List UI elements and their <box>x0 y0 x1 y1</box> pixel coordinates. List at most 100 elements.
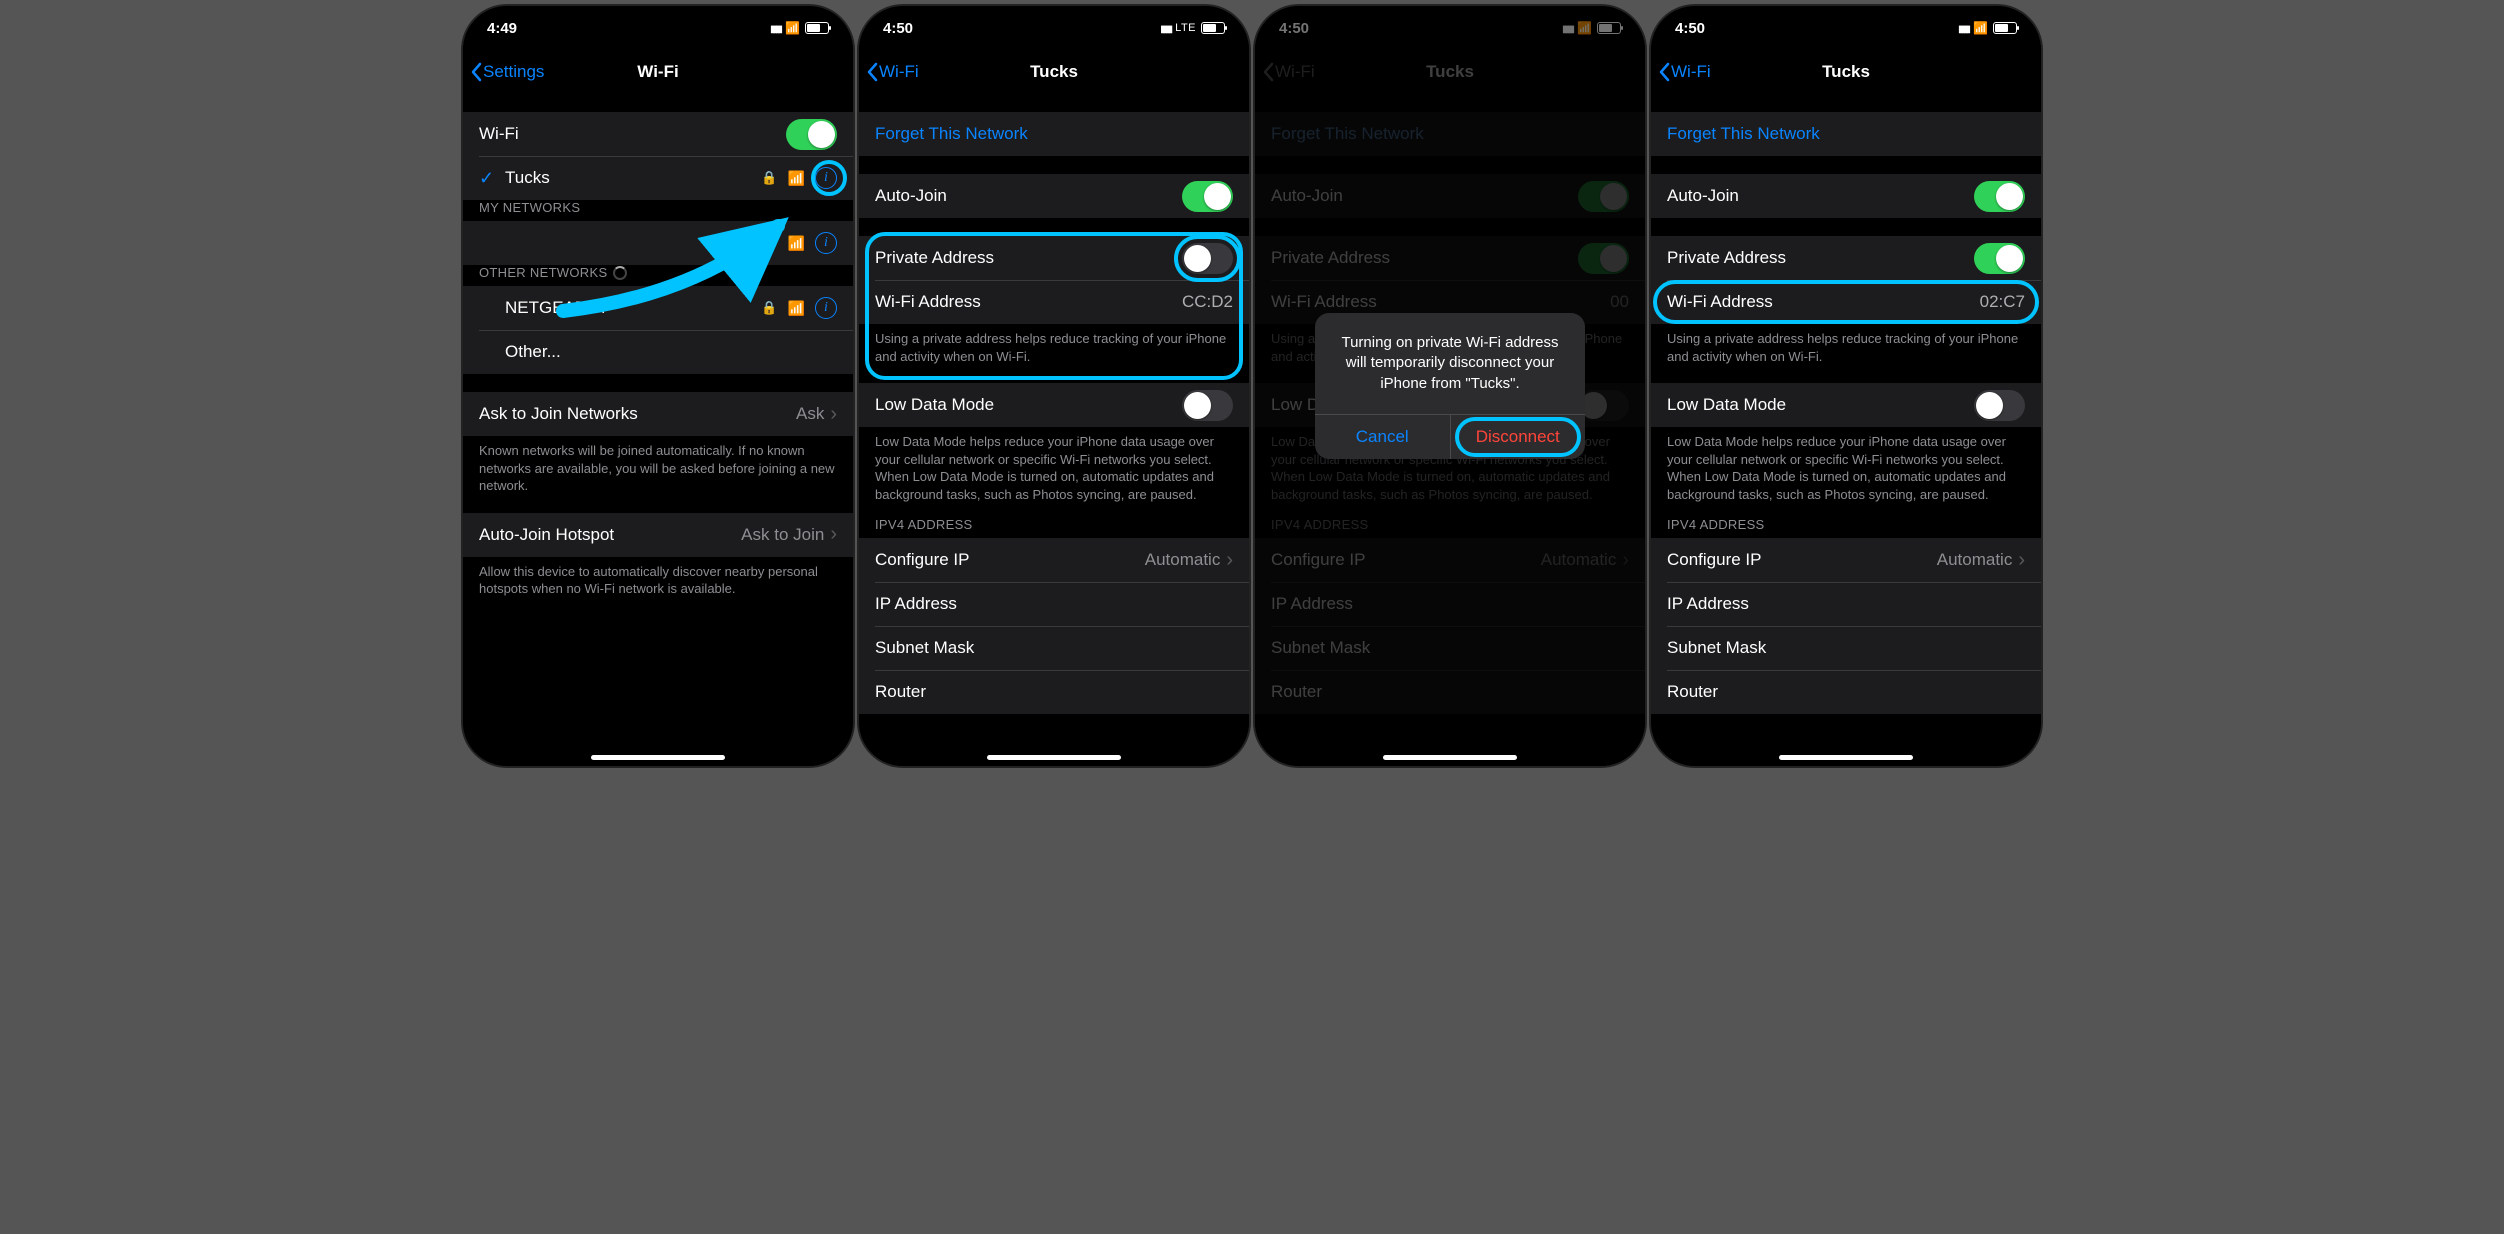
wifi-strength-icon: 📶 <box>788 170 805 187</box>
home-indicator[interactable] <box>987 755 1121 760</box>
low-data-row[interactable]: Low Data Mode <box>1651 383 2041 427</box>
auto-hotspot-label: Auto-Join Hotspot <box>479 525 614 545</box>
home-indicator[interactable] <box>591 755 725 760</box>
auto-join-switch[interactable] <box>1182 181 1233 212</box>
nav-bar: Wi-Fi Tucks <box>1651 50 2041 94</box>
low-data-switch[interactable] <box>1182 390 1233 421</box>
wifi-icon <box>1973 21 1988 35</box>
modal-overlay: Turning on private Wi-Fi address will te… <box>1255 6 1645 766</box>
configure-ip-row[interactable]: Configure IPAutomatic› <box>1651 538 2041 582</box>
wifi-toggle-label: Wi-Fi <box>479 124 519 144</box>
forget-network-button[interactable]: Forget This Network <box>859 112 1249 156</box>
ask-join-row[interactable]: Ask to Join Networks Ask › <box>463 392 853 436</box>
private-address-switch[interactable] <box>1182 243 1233 274</box>
nav-bar: Settings Wi-Fi <box>463 50 853 94</box>
battery-icon <box>1993 22 2017 34</box>
wifi-strength-icon: 📶 <box>788 300 805 317</box>
status-time: 4:50 <box>883 20 913 37</box>
alert-cancel-button[interactable]: Cancel <box>1315 415 1451 459</box>
low-data-switch[interactable] <box>1974 390 2025 421</box>
back-label: Wi-Fi <box>879 62 919 82</box>
private-address-switch[interactable] <box>1974 243 2025 274</box>
status-time: 4:50 <box>1675 20 1705 37</box>
low-data-label: Low Data Mode <box>875 395 994 415</box>
network-name: NETGEAR84 <box>505 298 606 318</box>
auto-join-row[interactable]: Auto-Join <box>859 174 1249 218</box>
auto-hotspot-footer: Allow this device to automatically disco… <box>463 557 853 598</box>
wifi-address-value: 02:C7 <box>1980 292 2025 312</box>
router-row: Router <box>859 670 1249 714</box>
wifi-address-label: Wi-Fi Address <box>1667 292 1773 312</box>
low-data-footer: Low Data Mode helps reduce your iPhone d… <box>859 427 1249 503</box>
ask-join-label: Ask to Join Networks <box>479 404 638 424</box>
alert-disconnect-button[interactable]: Disconnect <box>1451 415 1586 459</box>
auto-hotspot-row[interactable]: Auto-Join Hotspot Ask to Join › <box>463 513 853 557</box>
chevron-right-icon: › <box>830 403 837 426</box>
lock-icon: 🔒 <box>761 170 777 186</box>
info-icon[interactable]: i <box>815 167 837 189</box>
auto-hotspot-value: Ask to Join <box>741 525 824 545</box>
wifi-address-label: Wi-Fi Address <box>875 292 981 312</box>
subnet-row: Subnet Mask <box>1651 626 2041 670</box>
ip-address-row: IP Address <box>859 582 1249 626</box>
other-network-manual[interactable]: Other... <box>463 330 853 374</box>
phone-frame-2: 4:50 LTE Wi-Fi Tucks Forget This Network… <box>859 6 1249 766</box>
alert-message: Turning on private Wi-Fi address will te… <box>1315 313 1585 414</box>
signal-icon <box>1160 21 1170 35</box>
signal-icon <box>1958 21 1968 35</box>
chevron-right-icon: › <box>1226 549 1233 572</box>
notch <box>1355 6 1545 34</box>
phone-frame-1: 4:49 Settings Wi-Fi Wi-Fi ✓ <box>463 6 853 766</box>
auto-join-row[interactable]: Auto-Join <box>1651 174 2041 218</box>
private-address-row[interactable]: Private Address <box>859 236 1249 280</box>
other-network-row[interactable]: NETGEAR84 🔒 📶 i <box>463 286 853 330</box>
subnet-row: Subnet Mask <box>859 626 1249 670</box>
wifi-strength-icon: 📶 <box>788 235 805 252</box>
configure-ip-row[interactable]: Configure IP Automatic › <box>859 538 1249 582</box>
check-icon: ✓ <box>479 168 495 189</box>
wifi-toggle-row[interactable]: Wi-Fi <box>463 112 853 156</box>
lock-icon: 🔒 <box>761 300 777 316</box>
private-address-row[interactable]: Private Address <box>1651 236 2041 280</box>
back-label: Settings <box>483 62 544 82</box>
chevron-right-icon: › <box>2018 549 2025 572</box>
my-network-row[interactable]: 🔒 📶 i <box>463 221 853 265</box>
back-button[interactable]: Wi-Fi <box>1651 62 1711 82</box>
notch <box>563 6 753 34</box>
connected-network-row[interactable]: ✓ Tucks 🔒 📶 i <box>463 156 853 200</box>
nav-bar: Wi-Fi Tucks <box>859 50 1249 94</box>
wifi-icon <box>785 21 800 35</box>
ipv4-header: IPV4 ADDRESS <box>859 517 1249 538</box>
info-icon[interactable]: i <box>815 232 837 254</box>
status-time: 4:49 <box>487 20 517 37</box>
private-address-footer: Using a private address helps reduce tra… <box>859 324 1249 365</box>
home-indicator[interactable] <box>1779 755 1913 760</box>
phone-frame-3: 4:50 Wi-Fi Tucks Forget This Network Aut… <box>1255 6 1645 766</box>
info-icon[interactable]: i <box>815 297 837 319</box>
back-button[interactable]: Settings <box>463 62 544 82</box>
my-networks-header: MY NETWORKS <box>463 200 853 221</box>
ask-join-footer: Known networks will be joined automatica… <box>463 436 853 495</box>
wifi-switch[interactable] <box>786 119 837 150</box>
alert-dialog: Turning on private Wi-Fi address will te… <box>1315 313 1585 459</box>
ask-join-value: Ask <box>796 404 824 424</box>
chevron-right-icon: › <box>830 523 837 546</box>
loading-spinner-icon <box>613 266 627 280</box>
notch <box>959 6 1149 34</box>
home-indicator[interactable] <box>1383 755 1517 760</box>
notch <box>1751 6 1941 34</box>
forget-network-button[interactable]: Forget This Network <box>1651 112 2041 156</box>
battery-icon <box>1201 22 1225 34</box>
wifi-address-row: Wi-Fi Address 02:C7 <box>1651 280 2041 324</box>
wifi-address-row: Wi-Fi Address CC:D2 <box>859 280 1249 324</box>
auto-join-label: Auto-Join <box>875 186 947 206</box>
battery-icon <box>805 22 829 34</box>
wifi-address-value: CC:D2 <box>1182 292 1233 312</box>
router-row: Router <box>1651 670 2041 714</box>
low-data-row[interactable]: Low Data Mode <box>859 383 1249 427</box>
private-address-label: Private Address <box>875 248 994 268</box>
other-networks-header: OTHER NETWORKS <box>463 265 853 286</box>
auto-join-switch[interactable] <box>1974 181 2025 212</box>
signal-icon <box>770 21 780 35</box>
back-button[interactable]: Wi-Fi <box>859 62 919 82</box>
